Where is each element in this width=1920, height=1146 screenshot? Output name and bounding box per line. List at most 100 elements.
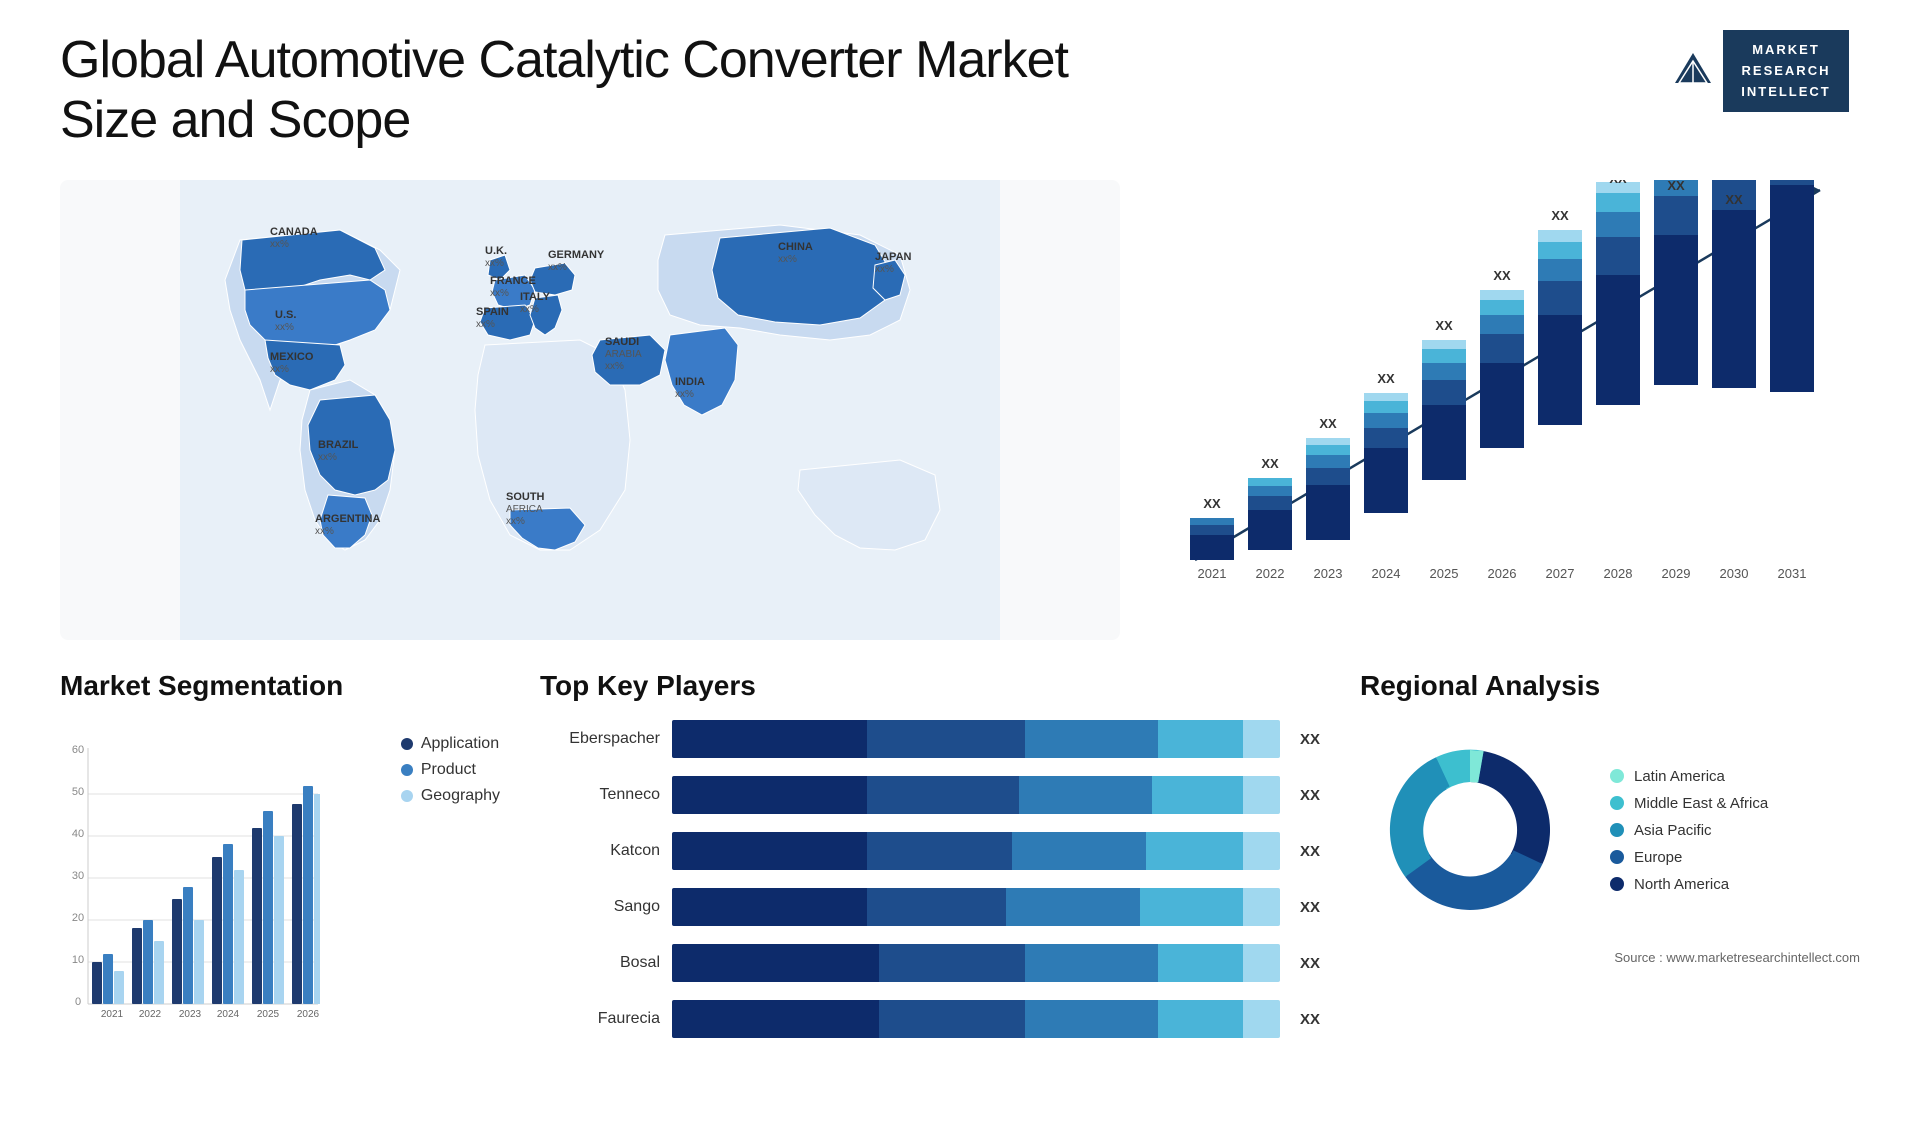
svg-text:AFRICA: AFRICA xyxy=(506,504,543,515)
brazil-label: BRAZIL xyxy=(318,439,359,451)
player-bar-sango xyxy=(672,888,1280,926)
player-value-sango: XX xyxy=(1300,899,1320,916)
regional-legend: Latin America Middle East & Africa Asia … xyxy=(1610,768,1768,893)
legend-europe: Europe xyxy=(1610,849,1768,866)
svg-text:2025: 2025 xyxy=(257,1009,280,1020)
logo-area: MARKET RESEARCH INTELLECT xyxy=(1660,30,1860,112)
player-bosal: Bosal XX xyxy=(540,944,1320,982)
players-title: Top Key Players xyxy=(540,670,1320,702)
svg-text:XX: XX xyxy=(1319,416,1337,431)
player-tenneco: Tenneco XX xyxy=(540,776,1320,814)
svg-text:2021: 2021 xyxy=(101,1009,124,1020)
svg-text:2025: 2025 xyxy=(1430,566,1459,581)
geography-label: Geography xyxy=(421,787,500,805)
content-top: CANADA xx% U.S. xx% MEXICO xx% BRAZIL xx… xyxy=(60,180,1860,640)
product-dot xyxy=(401,764,413,776)
svg-text:xx%: xx% xyxy=(675,389,694,400)
svg-text:XX: XX xyxy=(1203,496,1221,511)
germany-label: GERMANY xyxy=(548,249,605,261)
svg-text:2026: 2026 xyxy=(297,1009,320,1020)
north-america-dot xyxy=(1610,877,1624,891)
svg-text:2021: 2021 xyxy=(1198,566,1227,581)
application-label: Application xyxy=(421,735,499,753)
player-name-bosal: Bosal xyxy=(540,954,660,972)
seg-chart-svg: 0 10 20 30 40 50 60 xyxy=(60,720,320,1030)
world-map-svg: CANADA xx% U.S. xx% MEXICO xx% BRAZIL xx… xyxy=(60,180,1120,640)
application-dot xyxy=(401,738,413,750)
segmentation-legend: Application Product Geography xyxy=(401,735,500,1035)
asia-pacific-label: Asia Pacific xyxy=(1634,822,1712,839)
svg-text:XX: XX xyxy=(1435,318,1453,333)
svg-text:2022: 2022 xyxy=(139,1009,162,1020)
geography-dot xyxy=(401,790,413,802)
segmentation-title: Market Segmentation xyxy=(60,670,500,702)
svg-text:xx%: xx% xyxy=(506,516,525,527)
svg-text:2031: 2031 xyxy=(1778,566,1807,581)
header: Global Automotive Catalytic Converter Ma… xyxy=(60,30,1860,150)
regional-content: Latin America Middle East & Africa Asia … xyxy=(1360,720,1860,940)
italy-label: ITALY xyxy=(520,291,551,303)
source-text: Source : www.marketresearchintellect.com xyxy=(1360,950,1860,965)
player-bar-katcon xyxy=(672,832,1280,870)
player-name-faurecia: Faurecia xyxy=(540,1010,660,1028)
donut-svg xyxy=(1360,720,1580,940)
legend-middle-east-africa: Middle East & Africa xyxy=(1610,795,1768,812)
svg-text:xx%: xx% xyxy=(548,262,567,273)
player-value-tenneco: XX xyxy=(1300,787,1320,804)
north-america-label: North America xyxy=(1634,876,1729,893)
europe-label: Europe xyxy=(1634,849,1682,866)
svg-text:2026: 2026 xyxy=(1488,566,1517,581)
player-name-eberspacher: Eberspacher xyxy=(540,730,660,748)
player-bar-tenneco xyxy=(672,776,1280,814)
players-section: Top Key Players Eberspacher XX xyxy=(540,670,1320,1110)
svg-text:xx%: xx% xyxy=(270,364,289,375)
legend-north-america: North America xyxy=(1610,876,1768,893)
svg-text:xx%: xx% xyxy=(875,264,894,275)
bar-chart-section: XX 2021 XX 2022 XX 2023 xyxy=(1160,180,1860,640)
india-label: INDIA xyxy=(675,376,705,388)
svg-text:2027: 2027 xyxy=(1546,566,1575,581)
svg-text:XX: XX xyxy=(1551,208,1569,223)
svg-text:xx%: xx% xyxy=(315,526,334,537)
canada-label: CANADA xyxy=(270,226,318,238)
svg-text:2024: 2024 xyxy=(1372,566,1401,581)
legend-latin-america: Latin America xyxy=(1610,768,1768,785)
svg-text:XX: XX xyxy=(1609,180,1627,186)
svg-text:xx%: xx% xyxy=(490,288,509,299)
latin-america-label: Latin America xyxy=(1634,768,1725,785)
svg-text:xx%: xx% xyxy=(778,254,797,265)
players-bars: Eberspacher XX Tenneco xyxy=(540,720,1320,1038)
svg-text:XX: XX xyxy=(1725,192,1743,207)
svg-text:30: 30 xyxy=(72,870,84,882)
china-label: CHINA xyxy=(778,241,813,253)
svg-text:60: 60 xyxy=(72,744,84,756)
svg-text:50: 50 xyxy=(72,786,84,798)
svg-text:2029: 2029 xyxy=(1662,566,1691,581)
svg-text:XX: XX xyxy=(1377,371,1395,386)
svg-text:0: 0 xyxy=(75,996,81,1008)
europe-dot xyxy=(1610,850,1624,864)
latin-america-dot xyxy=(1610,769,1624,783)
page: Global Automotive Catalytic Converter Ma… xyxy=(0,0,1920,1146)
player-value-eberspacher: XX xyxy=(1300,731,1320,748)
argentina-label: ARGENTINA xyxy=(315,513,380,525)
regional-section: Regional Analysis xyxy=(1360,670,1860,1110)
player-value-faurecia: XX xyxy=(1300,1011,1320,1028)
saudi-label: SAUDI xyxy=(605,336,639,348)
svg-text:2022: 2022 xyxy=(1256,566,1285,581)
player-sango: Sango XX xyxy=(540,888,1320,926)
svg-text:xx%: xx% xyxy=(520,304,539,315)
svg-text:xx%: xx% xyxy=(485,258,504,269)
player-eberspacher: Eberspacher XX xyxy=(540,720,1320,758)
spain-label: SPAIN xyxy=(476,306,509,318)
svg-text:XX: XX xyxy=(1783,180,1801,181)
svg-text:2024: 2024 xyxy=(217,1009,240,1020)
svg-text:XX: XX xyxy=(1667,180,1685,193)
svg-text:2023: 2023 xyxy=(1314,566,1343,581)
us-label: U.S. xyxy=(275,309,296,321)
france-label: FRANCE xyxy=(490,275,536,287)
bar-chart-svg: XX 2021 XX 2022 XX 2023 xyxy=(1160,180,1860,620)
svg-text:2028: 2028 xyxy=(1604,566,1633,581)
regional-title: Regional Analysis xyxy=(1360,670,1860,702)
svg-text:2023: 2023 xyxy=(179,1009,202,1020)
